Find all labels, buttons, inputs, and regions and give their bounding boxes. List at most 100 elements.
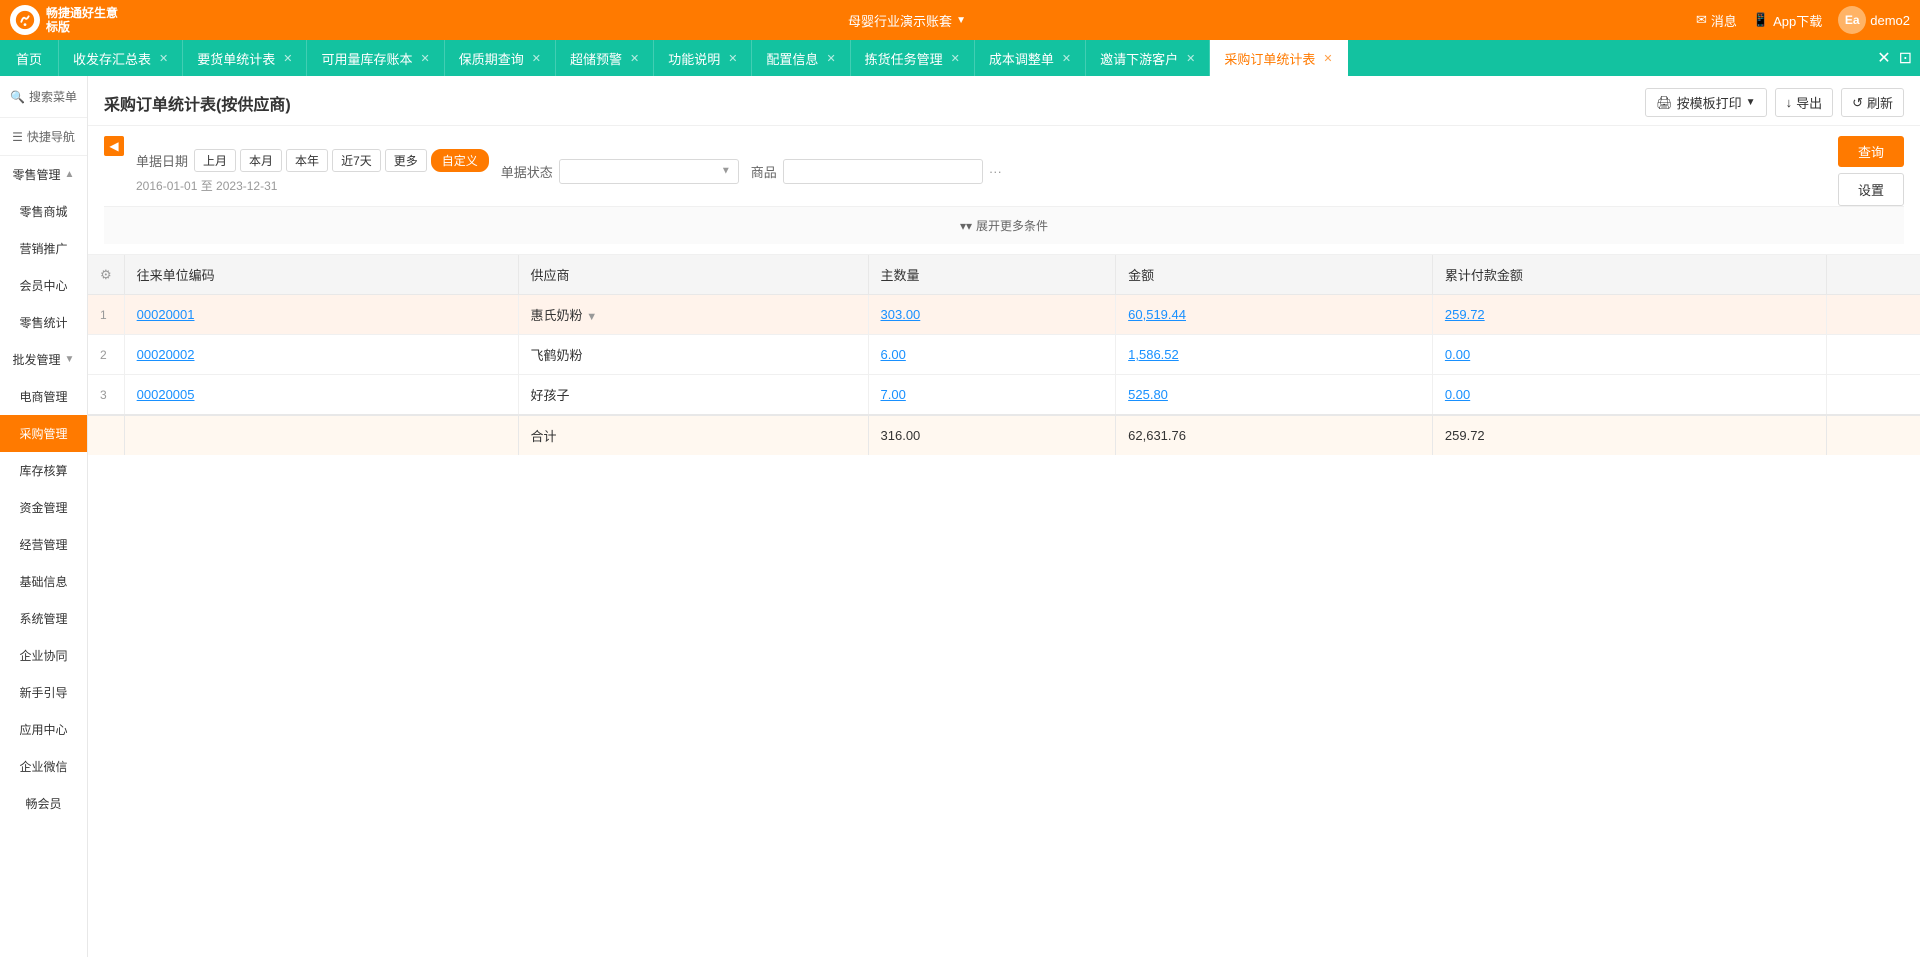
date-btn-more[interactable]: 更多	[385, 149, 427, 172]
query-button[interactable]: 查询	[1838, 136, 1904, 167]
close-icon[interactable]: ✕	[532, 52, 541, 65]
close-icon[interactable]: ✕	[283, 52, 292, 65]
refresh-button[interactable]: ↺ 刷新	[1841, 88, 1904, 117]
tab-keyongliang[interactable]: 可用量库存账本 ✕	[307, 40, 444, 76]
page-header-actions: 🖨 按模板打印 ▼ ↓ 导出 ↺ 刷新	[1645, 88, 1904, 117]
quantity-link[interactable]: 303.00	[881, 307, 921, 322]
settings-button[interactable]: 设置	[1838, 173, 1904, 206]
cell-index: 3	[88, 375, 124, 416]
close-icon[interactable]: ✕	[1062, 52, 1071, 65]
sidebar: 🔍 搜索菜单 ☰ 快捷导航 零售管理 ▲ 零售商城 营销推广 会员中心 零售统计	[0, 76, 88, 957]
date-btn-last-month[interactable]: 上月	[194, 149, 236, 172]
unit-code-link[interactable]: 00020005	[137, 387, 195, 402]
supplier-expand-icon[interactable]: ▼	[586, 311, 597, 323]
quick-nav-button[interactable]: ☰ 快捷导航	[0, 122, 87, 151]
maximize-icon[interactable]: ⊡	[1899, 48, 1912, 68]
th-settings: ⚙	[88, 255, 124, 295]
sidebar-item-retail-stats[interactable]: 零售统计	[0, 304, 87, 341]
search-menu-button[interactable]: 🔍 搜索菜单	[6, 84, 81, 109]
amount-link[interactable]: 525.80	[1128, 387, 1168, 402]
close-icon[interactable]: ✕	[159, 52, 168, 65]
tab-baozhi[interactable]: 保质期查询 ✕	[445, 40, 556, 76]
tab-gongneng[interactable]: 功能说明 ✕	[654, 40, 752, 76]
sidebar-item-marketing[interactable]: 营销推广	[0, 230, 87, 267]
sidebar-item-finance[interactable]: 资金管理	[0, 489, 87, 526]
date-btn-custom[interactable]: 自定义	[431, 149, 489, 172]
date-shortcuts: 上月 本月 本年 近7天 更多 自定义	[194, 149, 489, 172]
quantity-link[interactable]: 6.00	[881, 347, 906, 362]
cell-unit-code: 00020001	[124, 295, 518, 335]
tab-chaochu[interactable]: 超储预警 ✕	[556, 40, 654, 76]
sidebar-item-newbie[interactable]: 新手引导	[0, 674, 87, 711]
quantity-link[interactable]: 7.00	[881, 387, 906, 402]
print-button[interactable]: 🖨 按模板打印 ▼	[1645, 88, 1766, 117]
amount-link[interactable]: 60,519.44	[1128, 307, 1186, 322]
tab-chengben[interactable]: 成本调整单 ✕	[975, 40, 1086, 76]
cell-quantity: 303.00	[868, 295, 1116, 335]
amount-link[interactable]: 1,586.52	[1128, 347, 1179, 362]
close-window-icon[interactable]: ✕	[1877, 48, 1890, 68]
status-select-wrapper	[559, 159, 739, 184]
close-icon[interactable]: ✕	[630, 52, 639, 65]
expand-more-button[interactable]: ▾▾ 展开更多条件	[948, 213, 1060, 238]
paid-amount-link[interactable]: 0.00	[1445, 387, 1470, 402]
close-icon[interactable]: ✕	[1186, 52, 1195, 65]
goods-input[interactable]	[783, 159, 983, 184]
sidebar-item-wholesale-mgmt[interactable]: 批发管理 ▼	[0, 341, 87, 378]
user-info[interactable]: Ea demo2	[1838, 6, 1910, 34]
message-button[interactable]: ✉ 消息	[1696, 11, 1737, 30]
sidebar-item-retail-mgmt[interactable]: 零售管理 ▲	[0, 156, 87, 193]
sidebar-item-purchase-mgmt[interactable]: 采购管理	[0, 415, 87, 452]
table-header-row: ⚙ 往来单位编码 供应商 主数量 金额 累计付款金额	[88, 255, 1920, 295]
logo-text: 畅捷通好生意 标版	[46, 6, 118, 35]
gear-icon[interactable]: ⚙	[100, 267, 112, 282]
unit-code-link[interactable]: 00020002	[137, 347, 195, 362]
cell-unit-code: 00020002	[124, 335, 518, 375]
content-area: 采购订单统计表(按供应商) 🖨 按模板打印 ▼ ↓ 导出 ↺ 刷新	[88, 76, 1920, 957]
date-btn-7days[interactable]: 近7天	[332, 149, 381, 172]
close-icon[interactable]: ✕	[728, 52, 737, 65]
status-label: 单据状态	[501, 162, 553, 181]
close-icon[interactable]: ✕	[1323, 52, 1332, 65]
status-select[interactable]	[559, 159, 739, 184]
sidebar-item-retail-shop[interactable]: 零售商城	[0, 193, 87, 230]
sidebar-item-app-center[interactable]: 应用中心	[0, 711, 87, 748]
close-icon[interactable]: ✕	[421, 52, 430, 65]
sidebar-item-member-product[interactable]: 畅会员	[0, 785, 87, 822]
unit-code-link[interactable]: 00020001	[137, 307, 195, 322]
data-table: ⚙ 往来单位编码 供应商 主数量 金额 累计付款金额 1	[88, 255, 1920, 455]
tab-home[interactable]: 首页	[0, 40, 59, 76]
app-download-button[interactable]: 📱 App下载	[1753, 11, 1822, 30]
tab-jianhuo[interactable]: 拣货任务管理 ✕	[851, 40, 975, 76]
tab-yaohuo[interactable]: 要货单统计表 ✕	[183, 40, 307, 76]
cell-paid-amount: 259.72	[1432, 295, 1826, 335]
sidebar-item-ecommerce[interactable]: 电商管理	[0, 378, 87, 415]
avatar: Ea	[1838, 6, 1866, 34]
sidebar-item-enterprise-collab[interactable]: 企业协同	[0, 637, 87, 674]
date-btn-this-month[interactable]: 本月	[240, 149, 282, 172]
sidebar-item-enterprise-wechat[interactable]: 企业微信	[0, 748, 87, 785]
sidebar-item-operation[interactable]: 经营管理	[0, 526, 87, 563]
close-icon[interactable]: ✕	[826, 52, 835, 65]
sidebar-item-system[interactable]: 系统管理	[0, 600, 87, 637]
sidebar-item-inventory[interactable]: 库存核算	[0, 452, 87, 489]
more-icon[interactable]: ···	[989, 164, 1002, 179]
date-btn-this-year[interactable]: 本年	[286, 149, 328, 172]
refresh-icon: ↺	[1852, 95, 1863, 111]
export-button[interactable]: ↓ 导出	[1775, 88, 1834, 117]
workspace-selector[interactable]: 母婴行业演示账套 ▼	[840, 7, 974, 34]
tab-shoufacun[interactable]: 收发存汇总表 ✕	[59, 40, 183, 76]
goods-label: 商品	[751, 162, 777, 181]
tab-peizhi[interactable]: 配置信息 ✕	[752, 40, 850, 76]
paid-amount-link[interactable]: 259.72	[1445, 307, 1485, 322]
download-icon: 📱	[1753, 12, 1769, 28]
tab-caigou-active[interactable]: 采购订单统计表 ✕	[1210, 40, 1347, 76]
close-icon[interactable]: ✕	[951, 52, 960, 65]
sidebar-item-basic-info[interactable]: 基础信息	[0, 563, 87, 600]
filter-toggle-button[interactable]: ◀	[104, 136, 124, 156]
cell-empty	[1826, 335, 1920, 375]
tab-yaoqing[interactable]: 邀请下游客户 ✕	[1086, 40, 1210, 76]
paid-amount-link[interactable]: 0.00	[1445, 347, 1470, 362]
chevron-icon: ▼	[65, 354, 75, 365]
sidebar-item-member[interactable]: 会员中心	[0, 267, 87, 304]
